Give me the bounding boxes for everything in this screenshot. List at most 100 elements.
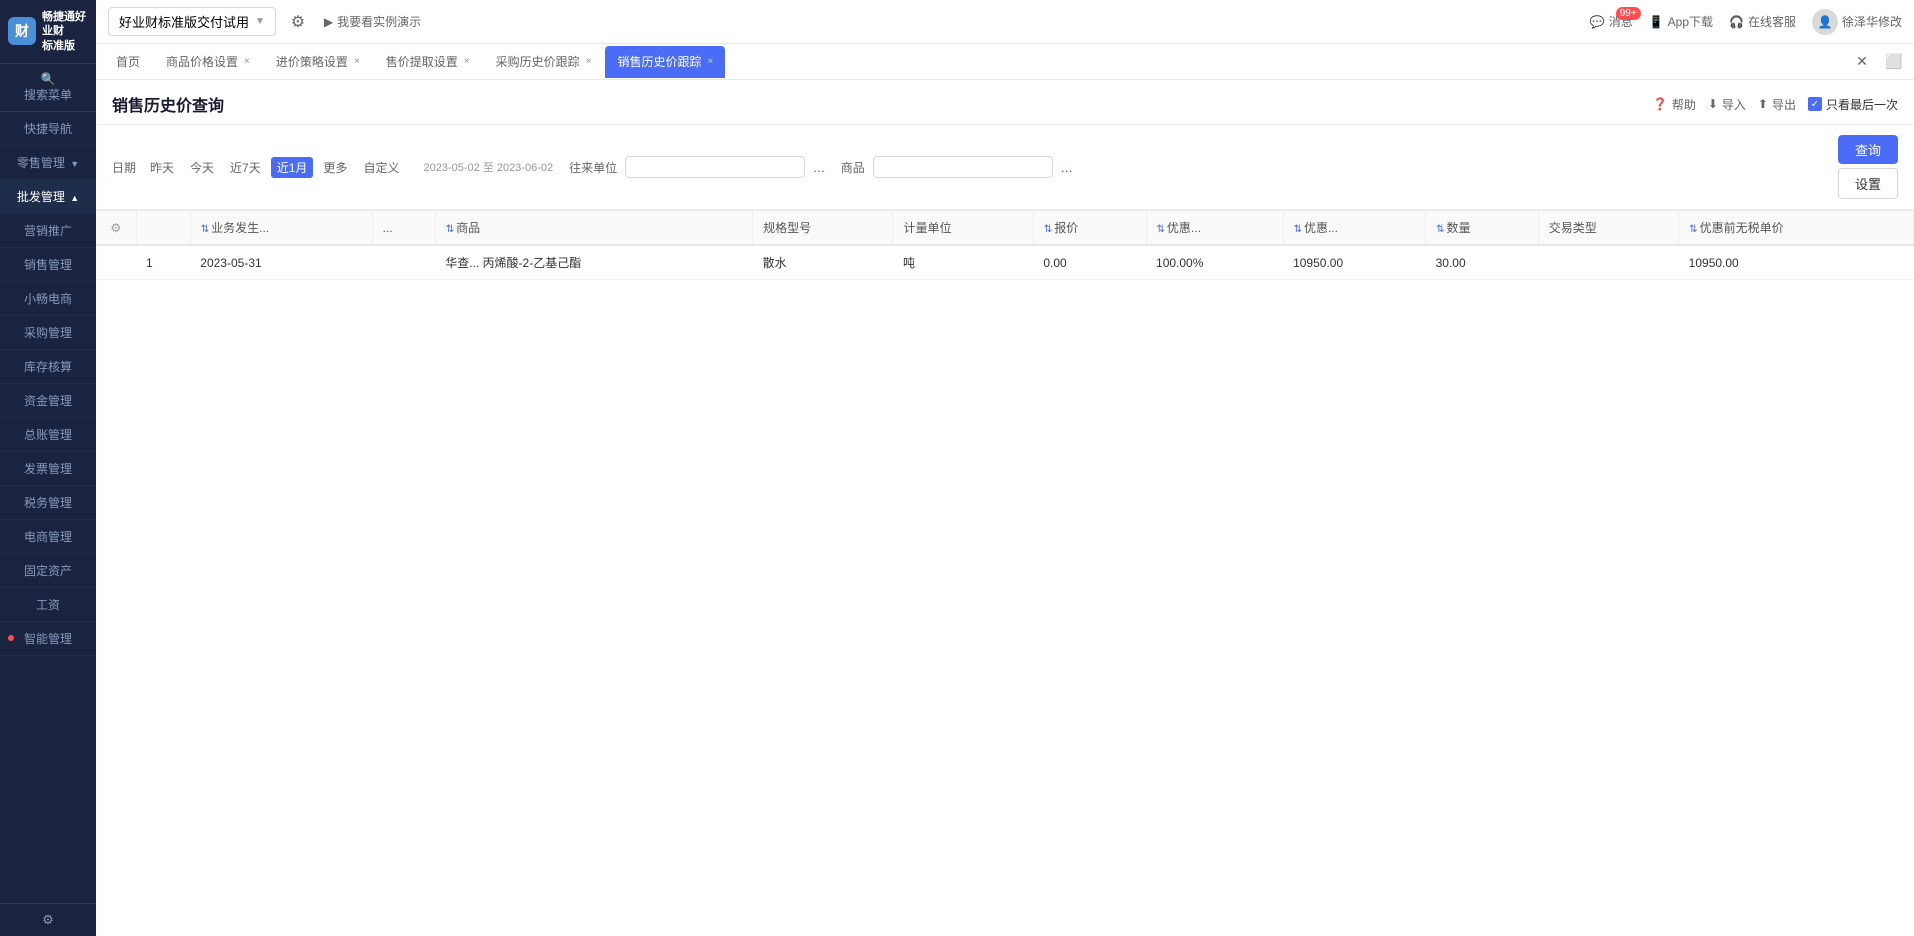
only-last-checkbox[interactable]: ✓ 只看最后一次 — [1808, 96, 1898, 113]
sidebar-item-fixed-assets[interactable]: 固定资产 — [0, 554, 96, 588]
sidebar: 财 畅捷通好业财 标准版 🔍 搜索菜单 快捷导航 零售管理 ▼ 批发管理 ▲ 营… — [0, 0, 96, 936]
product-filter-group: 商品 ... — [841, 156, 1073, 178]
sidebar-item-finance[interactable]: 资金管理 — [0, 384, 96, 418]
col-trade-type[interactable]: 交易类型 — [1538, 211, 1678, 246]
sidebar-settings-button[interactable]: ⚙ — [0, 903, 96, 936]
col-unit[interactable]: 计量单位 — [893, 211, 1033, 246]
only-last-label: 只看最后一次 — [1826, 96, 1898, 113]
export-button[interactable]: ⬆ 导出 — [1758, 96, 1796, 113]
date-btn-last1month[interactable]: 近1月 — [271, 157, 314, 178]
col-pretax-price[interactable]: ⇅优惠前无税单价 — [1679, 211, 1914, 246]
avatar: 👤 — [1812, 9, 1838, 35]
tab-label: 首页 — [116, 53, 140, 70]
product-input[interactable] — [873, 156, 1053, 178]
date-btn-yesterday[interactable]: 昨天 — [144, 157, 180, 178]
product-dots[interactable]: ... — [1061, 159, 1073, 175]
help-icon: ❓ — [1653, 97, 1668, 111]
cell-pretax-price: 10950.00 — [1679, 245, 1914, 280]
sidebar-item-wholesale[interactable]: 批发管理 ▲ — [0, 180, 96, 214]
date-btn-last7[interactable]: 近7天 — [224, 157, 267, 178]
sidebar-item-ecommerce[interactable]: 电商管理 — [0, 520, 96, 554]
cell-product: 华查... 丙烯酸-2-乙基己酯 — [435, 245, 752, 280]
module-selector-label: 好业财标准版交付试用 — [119, 12, 249, 31]
sidebar-item-invoice[interactable]: 发票管理 — [0, 452, 96, 486]
tab-purchase-strategy[interactable]: 进价策略设置 × — [264, 46, 372, 78]
tab-sale-extract[interactable]: 售价提取设置 × — [374, 46, 482, 78]
date-btn-custom[interactable]: 自定义 — [357, 157, 405, 178]
page-actions: ❓ 帮助 ⬇ 导入 ⬆ 导出 ✓ 只看最后一次 — [1653, 96, 1898, 113]
help-button[interactable]: ❓ 帮助 — [1653, 96, 1696, 113]
demo-link[interactable]: ▶ 我要看实例演示 — [324, 13, 421, 30]
sidebar-item-inventory[interactable]: 库存核算 — [0, 350, 96, 384]
cell-settings — [96, 245, 136, 280]
query-button[interactable]: 查询 — [1838, 135, 1898, 164]
date-btn-today[interactable]: 今天 — [184, 157, 220, 178]
supplier-input[interactable] — [625, 156, 805, 178]
message-icon: 💬 — [1590, 15, 1605, 29]
app-logo-text: 畅捷通好业财 标准版 — [42, 10, 88, 53]
tab-close-icon[interactable]: × — [354, 56, 360, 67]
table-header-row: ⚙ ⇅业务发生... ... ⇅商品 规格型号 计量单位 ⇅报价 ⇅优惠... … — [96, 211, 1914, 246]
tab-close-icon[interactable]: × — [244, 56, 250, 67]
col-business-date[interactable]: ⇅业务发生... — [190, 211, 372, 246]
sort-icon: ⇅ — [1157, 224, 1165, 235]
module-selector[interactable]: 好业财标准版交付试用 ▼ — [108, 7, 276, 36]
messages-button[interactable]: 💬 消息 99+ — [1590, 13, 1633, 30]
col-discount-amount[interactable]: ⇅优惠... — [1283, 211, 1426, 246]
tab-purchase-history[interactable]: 采购历史价跟踪 × — [484, 46, 604, 78]
supplier-dots[interactable]: ... — [813, 159, 825, 175]
app-download-button[interactable]: 📱 App下载 — [1649, 13, 1713, 30]
date-btn-more[interactable]: 更多 — [317, 157, 353, 178]
user-menu[interactable]: 👤 徐泽华修改 — [1812, 9, 1902, 35]
online-service-button[interactable]: 🎧 在线客服 — [1729, 13, 1796, 30]
user-name-label: 徐泽华修改 — [1842, 13, 1902, 30]
sidebar-item-tax[interactable]: 税务管理 — [0, 486, 96, 520]
import-button[interactable]: ⬇ 导入 — [1708, 96, 1746, 113]
sidebar-item-label: 智能管理 — [24, 632, 72, 646]
table-row: 1 2023-05-31 华查... 丙烯酸-2-乙基己酯 散水 吨 0.00 … — [96, 245, 1914, 280]
sidebar-item-label: 工资 — [36, 598, 60, 612]
sidebar-item-label: 快捷导航 — [24, 122, 72, 136]
maximize-tab-button[interactable]: ⬜ — [1882, 50, 1906, 74]
tab-close-icon[interactable]: × — [707, 56, 713, 67]
sidebar-item-purchase[interactable]: 采购管理 — [0, 316, 96, 350]
tab-close-icon[interactable]: × — [586, 56, 592, 67]
tab-label: 商品价格设置 — [166, 53, 238, 70]
sidebar-item-smart[interactable]: 智能管理 — [0, 622, 96, 656]
tab-sales-history[interactable]: 销售历史价跟踪 × — [605, 46, 725, 78]
sidebar-item-sales[interactable]: 销售管理 — [0, 248, 96, 282]
supplier-filter-label: 往来单位 — [569, 159, 617, 176]
date-range-text: 2023-05-02 至 2023-06-02 — [423, 159, 553, 175]
sidebar-item-retail[interactable]: 零售管理 ▼ — [0, 146, 96, 180]
sidebar-item-label: 电商管理 — [24, 530, 72, 544]
sidebar-item-label: 采购管理 — [24, 326, 72, 340]
tab-price[interactable]: 商品价格设置 × — [154, 46, 262, 78]
close-tab-button[interactable]: ✕ — [1850, 50, 1874, 74]
sidebar-item-quick-nav[interactable]: 快捷导航 — [0, 112, 96, 146]
col-spec[interactable]: 规格型号 — [753, 211, 893, 246]
page-header: 销售历史价查询 ❓ 帮助 ⬇ 导入 ⬆ 导出 ✓ 只看最后一次 — [96, 80, 1914, 125]
col-product[interactable]: ⇅商品 — [435, 211, 752, 246]
sidebar-item-payroll[interactable]: 工资 — [0, 588, 96, 622]
col-quantity[interactable]: ⇅数量 — [1426, 211, 1539, 246]
col-quoted-price[interactable]: ⇅报价 — [1033, 211, 1146, 246]
cell-discount-amount: 10950.00 — [1283, 245, 1426, 280]
sidebar-search[interactable]: 🔍 搜索菜单 — [0, 64, 96, 112]
sidebar-item-general-ledger[interactable]: 总账管理 — [0, 418, 96, 452]
topbar-settings-icon[interactable]: ⚙ — [284, 8, 312, 36]
tabbar-controls: ✕ ⬜ — [1850, 50, 1906, 74]
sidebar-item-ecommerce-small[interactable]: 小畅电商 — [0, 282, 96, 316]
settings-button[interactable]: 设置 — [1838, 168, 1898, 199]
filter-action-buttons: 查询 设置 — [1838, 135, 1898, 199]
tab-close-icon[interactable]: × — [464, 56, 470, 67]
export-label: 导出 — [1772, 96, 1796, 113]
col-settings[interactable]: ⚙ — [96, 211, 136, 246]
tab-label: 采购历史价跟踪 — [496, 53, 580, 70]
play-icon: ▶ — [324, 15, 333, 29]
tab-home[interactable]: 首页 — [104, 46, 152, 78]
col-discount-rate[interactable]: ⇅优惠... — [1146, 211, 1283, 246]
cell-business-date: 2023-05-31 — [190, 245, 372, 280]
col-more[interactable]: ... — [372, 211, 435, 246]
sidebar-item-label: 税务管理 — [24, 496, 72, 510]
sidebar-item-marketing[interactable]: 营销推广 — [0, 214, 96, 248]
